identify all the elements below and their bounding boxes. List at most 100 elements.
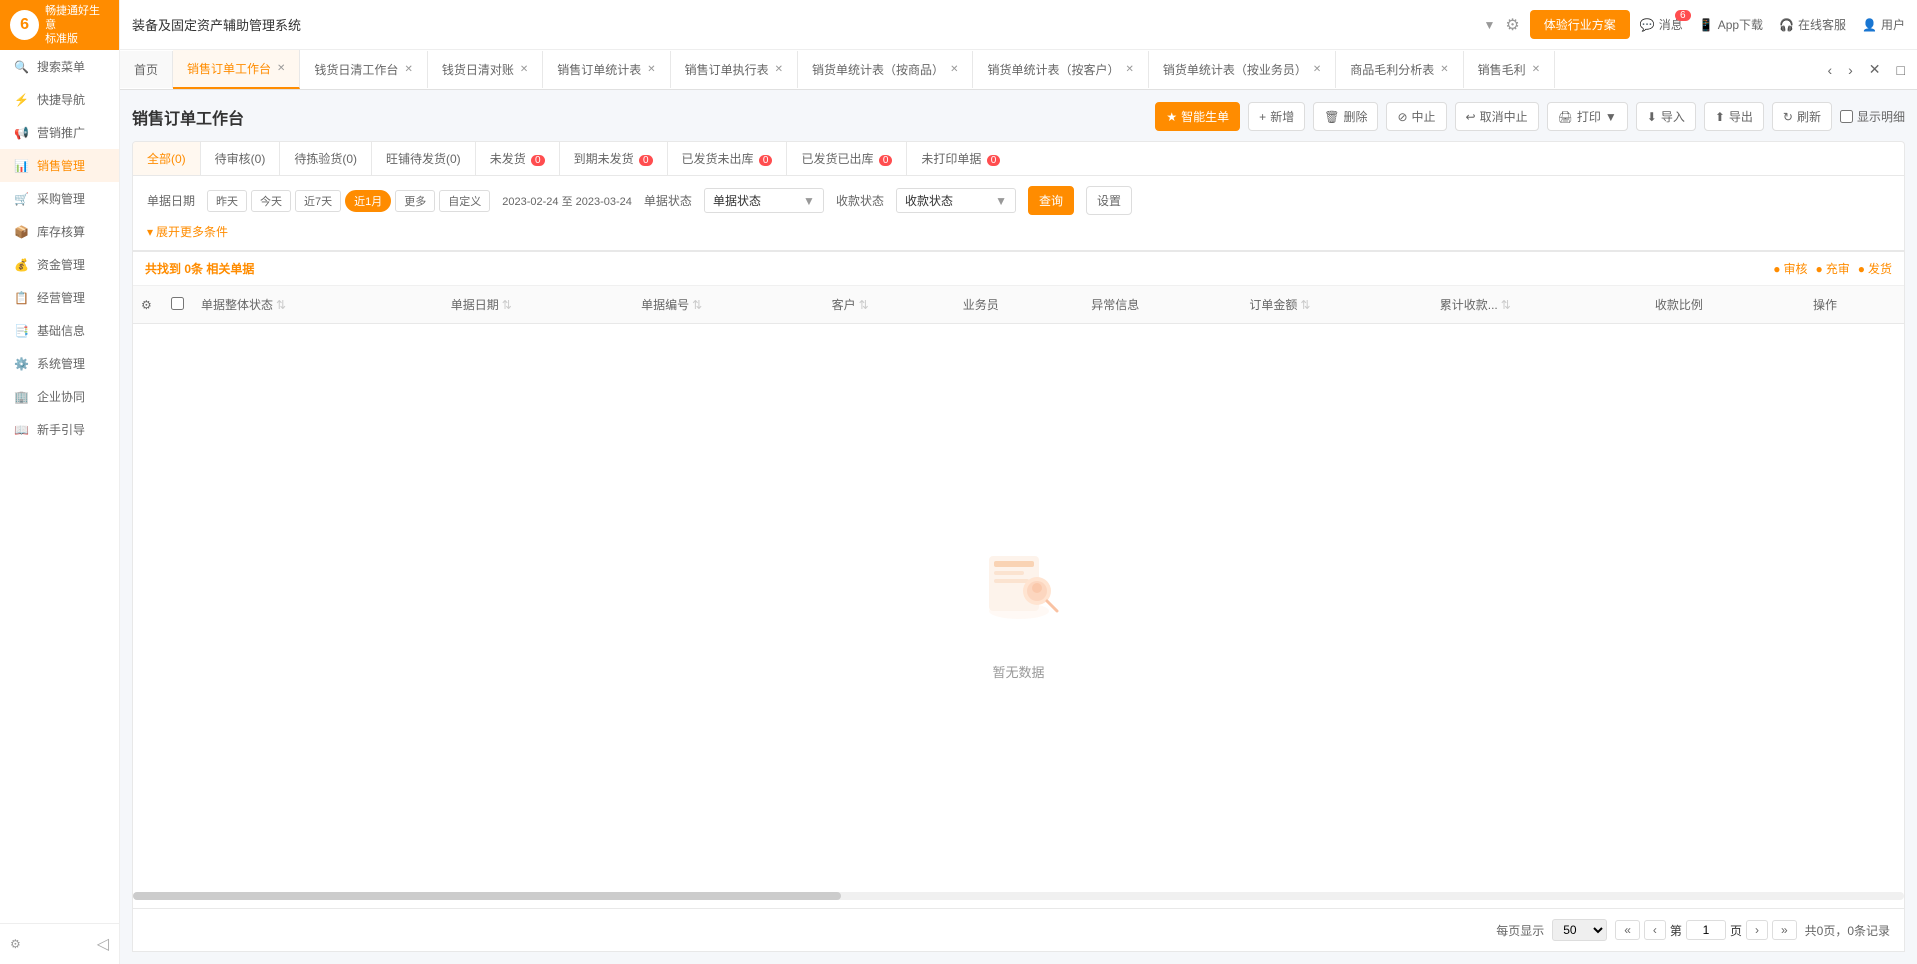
tab-close-sales-exec[interactable]: ✕ — [775, 64, 783, 75]
import-btn[interactable]: ⬇ 导入 — [1636, 102, 1696, 131]
app-download-btn[interactable]: 📱 App下载 — [1699, 16, 1763, 33]
sidebar-item-system[interactable]: ⚙️ 系统管理 — [0, 347, 119, 380]
tab-close-sales-stats[interactable]: ✕ — [647, 64, 655, 75]
delete-btn[interactable]: 🗑 删除 — [1313, 102, 1378, 131]
sidebar-item-marketing[interactable]: 📢 营销推广 — [0, 116, 119, 149]
sub-tab-overdue-ship[interactable]: 到期未发货 0 — [560, 142, 668, 175]
tab-cash-reconcile[interactable]: 钱货日清对账 ✕ — [428, 51, 543, 88]
page-input[interactable] — [1686, 920, 1726, 940]
tab-sales-exec[interactable]: 销售订单执行表 ✕ — [671, 51, 798, 88]
sub-tab-not-printed[interactable]: 未打印单据 0 — [907, 142, 1014, 175]
sidebar-item-quick-nav[interactable]: ⚡ 快捷导航 — [0, 83, 119, 116]
tab-sales-workbench[interactable]: 销售订单工作台 ✕ — [173, 50, 300, 89]
sub-tab-shipped-out[interactable]: 已发货已出库 0 — [787, 142, 907, 175]
per-page-select[interactable]: 50 100 200 — [1552, 919, 1607, 941]
user-btn[interactable]: 👤 用户 — [1862, 16, 1905, 33]
tabs-prev-btn[interactable]: ‹ — [1821, 58, 1838, 82]
sidebar-item-operations[interactable]: 📋 经营管理 — [0, 281, 119, 314]
sub-tab-shipped-not-out[interactable]: 已发货未出库 0 — [668, 142, 788, 175]
refresh-btn[interactable]: ↻ 刷新 — [1772, 102, 1832, 131]
sidebar-item-purchase[interactable]: 🛒 采购管理 — [0, 182, 119, 215]
select-all-checkbox[interactable] — [171, 297, 184, 310]
sidebar-item-basic-info[interactable]: 📑 基础信息 — [0, 314, 119, 347]
batch-review-btn[interactable]: ● 审核 — [1773, 260, 1807, 277]
show-detail-checkbox[interactable]: 显示明细 — [1840, 108, 1905, 125]
horizontal-scrollbar[interactable] — [133, 888, 1904, 908]
th-checkbox[interactable] — [163, 286, 193, 324]
date-btn-custom[interactable]: 自定义 — [439, 190, 490, 212]
date-btn-today[interactable]: 今天 — [251, 190, 291, 212]
sub-tab-pending-inspect[interactable]: 待拣验货(0) — [280, 142, 372, 175]
th-amount[interactable]: 订单金额 ⇅ — [1241, 286, 1431, 324]
th-status[interactable]: 单据整体状态 ⇅ — [193, 286, 443, 324]
online-service-btn[interactable]: 🎧 在线客服 — [1779, 16, 1846, 33]
status-filter-value: 单据状态 — [713, 192, 761, 209]
status-filter-select[interactable]: 单据状态 ▼ — [704, 188, 824, 213]
sidebar-item-finance[interactable]: 💰 资金管理 — [0, 248, 119, 281]
date-btn-more[interactable]: 更多 — [395, 190, 435, 212]
th-collected[interactable]: 累计收款... ⇅ — [1432, 286, 1647, 324]
tab-sales-by-staff[interactable]: 销货单统计表（按业务员） ✕ — [1149, 51, 1336, 88]
first-page-btn[interactable]: « — [1615, 920, 1640, 940]
sidebar-item-search[interactable]: 🔍 搜索菜单 — [0, 50, 119, 83]
tab-close-sales-by-product[interactable]: ✕ — [950, 64, 958, 75]
tabs-maximize-btn[interactable]: □ — [1891, 58, 1911, 82]
stop-btn[interactable]: ⊘ 中止 — [1386, 102, 1446, 131]
tab-close-sales-by-staff[interactable]: ✕ — [1313, 64, 1321, 75]
sidebar-item-guide[interactable]: 📖 新手引导 — [0, 413, 119, 446]
tabs-close-btn[interactable]: ✕ — [1863, 57, 1887, 82]
export-btn[interactable]: ⬆ 导出 — [1704, 102, 1764, 131]
payment-filter-select[interactable]: 收款状态 ▼ — [896, 188, 1016, 213]
tab-close-sales-by-customer[interactable]: ✕ — [1125, 64, 1133, 75]
th-staff[interactable]: 业务员 — [955, 286, 1084, 324]
date-btn-1month[interactable]: 近1月 — [345, 190, 391, 212]
tab-sales-stats[interactable]: 销售订单统计表 ✕ — [543, 51, 670, 88]
sub-tab-all[interactable]: 全部(0) — [133, 142, 201, 175]
sidebar-item-enterprise[interactable]: 🏢 企业协同 — [0, 380, 119, 413]
sub-tab-not-shipped[interactable]: 未发货 0 — [476, 142, 560, 175]
tab-close-sales-workbench[interactable]: ✕ — [277, 63, 285, 74]
th-date[interactable]: 单据日期 ⇅ — [443, 286, 633, 324]
sidebar-item-sales[interactable]: 📊 销售管理 — [0, 149, 119, 182]
collapse-icon[interactable]: ◁ — [97, 934, 109, 954]
show-detail-input[interactable] — [1840, 110, 1853, 123]
query-btn[interactable]: 查询 — [1028, 186, 1074, 215]
expand-filter-btn[interactable]: ▾ 展开更多条件 — [147, 223, 228, 240]
smart-create-btn[interactable]: ★ 智能生单 — [1155, 102, 1240, 131]
tab-home[interactable]: 首页 — [120, 51, 173, 88]
tab-close-gross-margin[interactable]: ✕ — [1440, 64, 1448, 75]
cancel-stop-btn[interactable]: ↩ 取消中止 — [1455, 102, 1539, 131]
sub-tab-pending-review[interactable]: 待审核(0) — [201, 142, 281, 175]
last-page-btn[interactable]: » — [1772, 920, 1797, 940]
print-btn[interactable]: 🖨 打印 ▼ — [1547, 102, 1628, 131]
batch-revoke-btn[interactable]: ● 充审 — [1815, 260, 1849, 277]
filter-settings-btn[interactable]: 设置 — [1086, 186, 1132, 215]
th-settings[interactable]: ⚙ — [133, 286, 163, 324]
settings-topbar-icon[interactable]: ⚙ — [1505, 15, 1519, 35]
tab-gross-margin[interactable]: 商品毛利分析表 ✕ — [1336, 51, 1463, 88]
sub-tab-wangpu-ship[interactable]: 旺铺待发货(0) — [372, 142, 476, 175]
stop-label: 中止 — [1412, 108, 1436, 125]
tab-sales-by-product[interactable]: 销货单统计表（按商品） ✕ — [798, 51, 973, 88]
th-exception[interactable]: 异常信息 — [1083, 286, 1241, 324]
tab-sales-profit[interactable]: 销售毛利 ✕ — [1464, 51, 1555, 88]
settings-bottom-icon[interactable]: ⚙ — [10, 937, 21, 951]
date-btn-7days[interactable]: 近7天 — [295, 190, 341, 212]
tab-cash-daily[interactable]: 钱货日清工作台 ✕ — [300, 51, 427, 88]
sidebar-item-inventory[interactable]: 📦 库存核算 — [0, 215, 119, 248]
tab-close-cash-reconcile[interactable]: ✕ — [520, 64, 528, 75]
add-btn[interactable]: + 新增 — [1248, 102, 1305, 131]
dropdown-arrow-icon[interactable]: ▼ — [1484, 18, 1496, 32]
prev-page-btn[interactable]: ‹ — [1644, 920, 1666, 940]
th-number[interactable]: 单据编号 ⇅ — [633, 286, 823, 324]
tab-sales-by-customer[interactable]: 销货单统计表（按客户） ✕ — [973, 51, 1148, 88]
next-page-btn[interactable]: › — [1746, 920, 1768, 940]
tabs-next-btn[interactable]: › — [1842, 58, 1859, 82]
th-customer[interactable]: 客户 ⇅ — [824, 286, 955, 324]
tab-close-sales-profit[interactable]: ✕ — [1532, 64, 1540, 75]
message-icon-btn[interactable]: 💬 消息 6 — [1640, 16, 1683, 33]
industry-btn[interactable]: 体验行业方案 — [1530, 10, 1630, 39]
tab-close-cash-daily[interactable]: ✕ — [404, 64, 412, 75]
batch-ship-btn[interactable]: ● 发货 — [1858, 260, 1892, 277]
date-btn-yesterday[interactable]: 昨天 — [207, 190, 247, 212]
